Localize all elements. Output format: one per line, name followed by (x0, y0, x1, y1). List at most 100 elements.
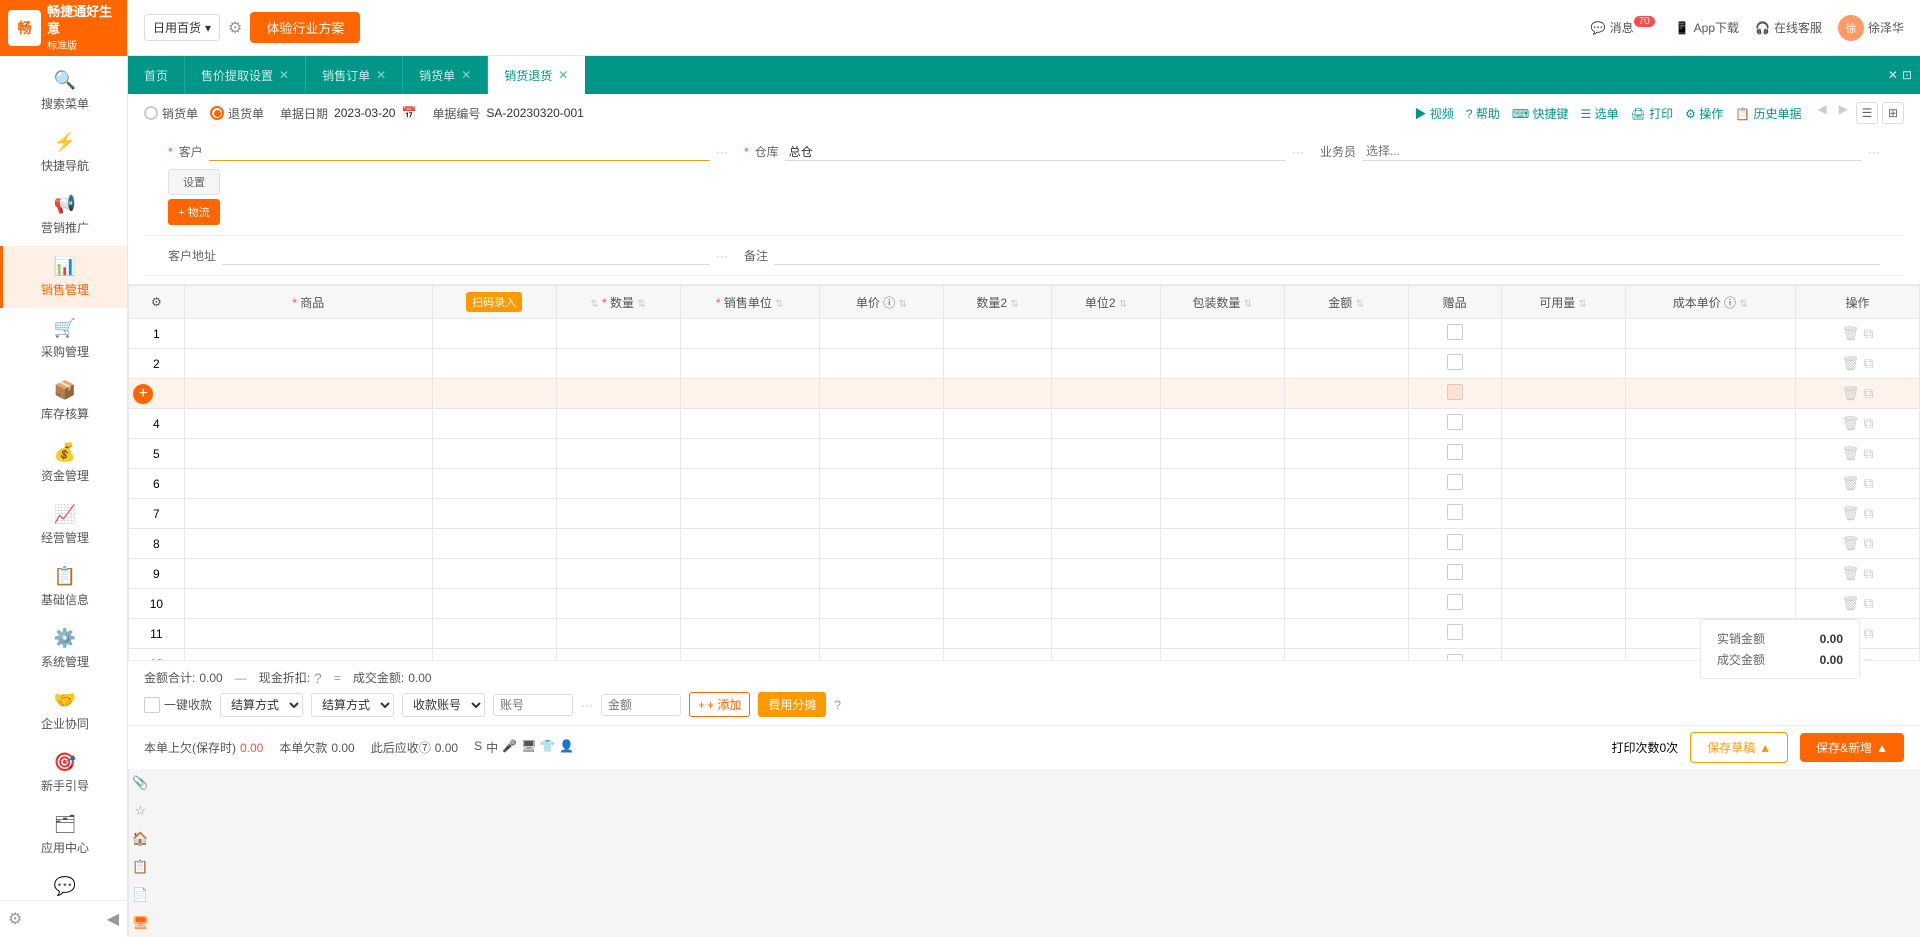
cell-available[interactable] (1501, 349, 1625, 379)
cell-sales-unit[interactable] (680, 499, 819, 529)
settlement-select[interactable]: 结算方式 现金 银行转账 (220, 693, 303, 717)
payment-dots-icon[interactable]: ··· (581, 698, 593, 712)
sidebar-item-marketing[interactable]: 📢 营销推广 (0, 184, 127, 246)
cell-amount[interactable] (1284, 439, 1408, 469)
cell-sales-unit[interactable] (680, 649, 819, 661)
cell-sales-unit[interactable] (680, 439, 819, 469)
one-click-pay-checkbox[interactable]: 一键收款 (144, 696, 212, 713)
copy-row-button[interactable]: ⧉ (1863, 535, 1873, 552)
radio-return-bill[interactable]: 退货单 (210, 105, 264, 122)
cell-amount[interactable] (1284, 409, 1408, 439)
cell-pkg-qty[interactable] (1160, 469, 1284, 499)
cell-cost-unit[interactable] (1625, 589, 1795, 619)
save-new-button[interactable]: 保存&新增 ▲ (1800, 733, 1904, 762)
cta-button[interactable]: 体验行业方案 (250, 12, 360, 43)
grid-view-btn[interactable]: ⊞ (1882, 102, 1904, 124)
sidebar-item-guide[interactable]: 🎯 新手引导 (0, 742, 127, 804)
cell-unit-price[interactable] (819, 649, 943, 661)
cell-gift[interactable] (1408, 619, 1501, 649)
address-more-icon[interactable]: ··· (716, 249, 728, 263)
cell-available[interactable] (1501, 529, 1625, 559)
account-select[interactable]: 收款账号 (402, 693, 485, 717)
logistics-button[interactable]: + 物流 (168, 199, 220, 225)
cell-sales-unit[interactable] (680, 319, 819, 349)
cell-unit2[interactable] (1052, 349, 1160, 379)
cell-sales-unit[interactable] (680, 619, 819, 649)
expense-split-button[interactable]: 费用分摊 (758, 692, 826, 717)
cell-amount[interactable] (1284, 649, 1408, 661)
cell-gift[interactable] (1408, 499, 1501, 529)
copy-row-button[interactable]: ⧉ (1863, 625, 1873, 642)
discount-help-icon[interactable]: ? (314, 670, 322, 686)
cell-sales-unit[interactable] (680, 589, 819, 619)
cell-unit2[interactable] (1052, 589, 1160, 619)
topbar-gear-icon[interactable]: ⚙ (228, 18, 242, 38)
gift-checkbox[interactable] (1447, 384, 1463, 400)
cell-quantity2[interactable] (943, 319, 1051, 349)
copy-row-button[interactable]: ⧉ (1863, 505, 1873, 522)
cell-unit2[interactable] (1052, 439, 1160, 469)
tab-sales-bill-close[interactable]: ✕ (461, 68, 471, 82)
cell-sales-unit[interactable] (680, 559, 819, 589)
cell-quantity[interactable] (556, 649, 680, 661)
cell-quantity2[interactable] (943, 529, 1051, 559)
copy-row-button[interactable]: ⧉ (1863, 595, 1873, 612)
cell-available[interactable] (1501, 649, 1625, 661)
app-download-button[interactable]: 📱 App下载 (1675, 19, 1739, 36)
cell-gift[interactable] (1408, 439, 1501, 469)
gift-checkbox[interactable] (1447, 534, 1463, 550)
cell-amount[interactable] (1284, 529, 1408, 559)
cell-unit2[interactable] (1052, 649, 1160, 661)
cell-quantity2[interactable] (943, 499, 1051, 529)
cell-sales-unit[interactable] (680, 529, 819, 559)
cell-cost-unit[interactable] (1625, 439, 1795, 469)
cell-pkg-qty[interactable] (1160, 409, 1284, 439)
cell-pkg-qty[interactable] (1160, 319, 1284, 349)
salesperson-more-icon[interactable]: ··· (1868, 145, 1880, 159)
sidebar-item-sales[interactable]: 📊 销售管理 (0, 246, 127, 308)
sidebar-collapse-icon[interactable]: ◀ (107, 909, 119, 929)
salesperson-input[interactable] (1362, 142, 1862, 161)
sidebar-item-enterprise[interactable]: 🤝 企业协同 (0, 680, 127, 742)
cell-pkg-qty[interactable] (1160, 589, 1284, 619)
tab-sales-order-close[interactable]: ✕ (376, 68, 386, 82)
cell-unit2[interactable] (1052, 499, 1160, 529)
cell-available[interactable] (1501, 619, 1625, 649)
cell-amount[interactable] (1284, 589, 1408, 619)
gift-checkbox[interactable] (1447, 414, 1463, 430)
cell-product[interactable] (184, 469, 432, 499)
cell-product[interactable] (184, 349, 432, 379)
cell-pkg-qty[interactable] (1160, 499, 1284, 529)
add-row-button[interactable]: + (133, 384, 153, 404)
cell-product[interactable] (184, 589, 432, 619)
message-button[interactable]: 💬 消息 70 (1591, 19, 1659, 36)
cell-quantity2[interactable] (943, 409, 1051, 439)
right-panel-icon-3[interactable]: 🏠 (131, 829, 151, 849)
sidebar-item-purchase[interactable]: 🛒 采购管理 (0, 308, 127, 370)
tab-sales-order[interactable]: 销售订单 ✕ (306, 56, 403, 94)
cell-gift[interactable] (1408, 589, 1501, 619)
tab-sales-bill[interactable]: 销货单 ✕ (403, 56, 488, 94)
right-panel-icon-4[interactable]: 📋 (131, 857, 151, 877)
cell-gift[interactable] (1408, 469, 1501, 499)
cell-pkg-qty[interactable] (1160, 349, 1284, 379)
cell-available[interactable] (1501, 589, 1625, 619)
industry-select[interactable]: 日用百货 ▾ (144, 14, 220, 41)
warehouse-input[interactable] (785, 142, 1286, 161)
cell-cost-unit[interactable] (1625, 469, 1795, 499)
cell-gift[interactable] (1408, 529, 1501, 559)
cell-sales-unit[interactable] (680, 409, 819, 439)
cell-unit-price[interactable] (819, 619, 943, 649)
cell-amount[interactable] (1284, 499, 1408, 529)
cell-sales-unit[interactable] (680, 469, 819, 499)
cell-product[interactable] (184, 319, 432, 349)
copy-row-button[interactable]: ⧉ (1863, 475, 1873, 492)
cell-amount[interactable] (1284, 559, 1408, 589)
cell-amount[interactable] (1284, 319, 1408, 349)
delete-row-button[interactable]: 🗑 (1842, 325, 1860, 342)
toolbar-print[interactable]: 🖨 打印 (1631, 105, 1674, 122)
sidebar-item-system[interactable]: ⚙️ 系统管理 (0, 618, 127, 680)
cell-available[interactable] (1501, 319, 1625, 349)
cell-unit2[interactable] (1052, 619, 1160, 649)
cell-quantity[interactable] (556, 529, 680, 559)
